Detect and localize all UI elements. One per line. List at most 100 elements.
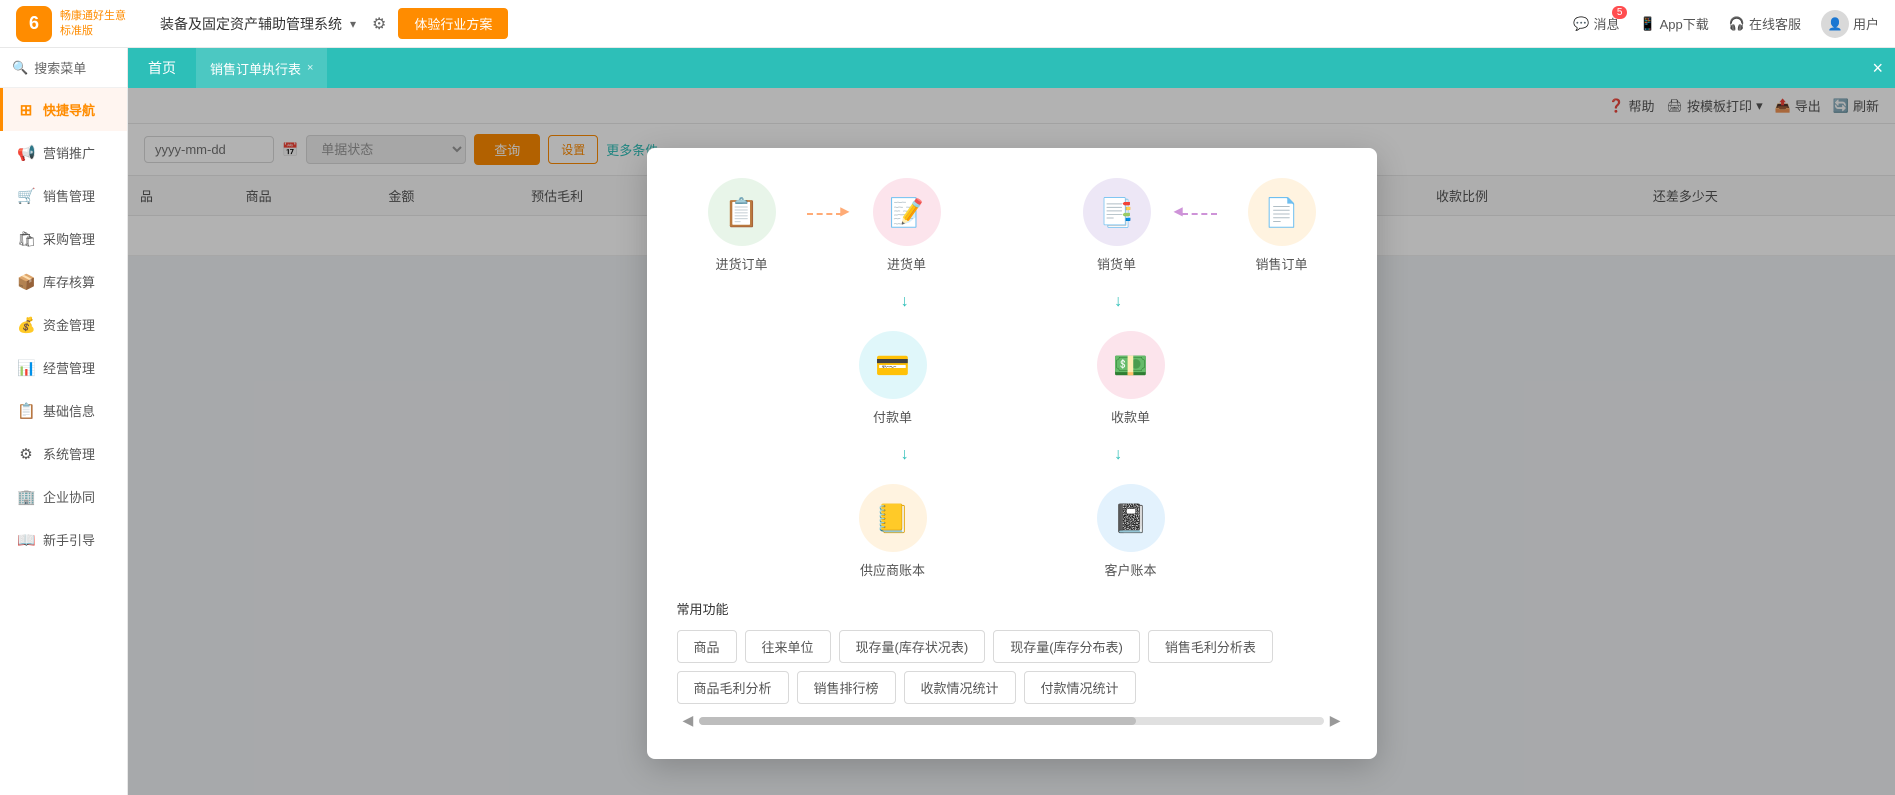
func-btn-receipt-stats[interactable]: 收款情况统计 (904, 671, 1016, 704)
sidebar-item-sales[interactable]: 🛒 销售管理 (0, 174, 127, 217)
try-btn[interactable]: 体验行业方案 (398, 8, 508, 39)
main-area: 🔍 搜索菜单 ⊞ 快捷导航 📢 营销推广 🛒 销售管理 🛍 采购管理 📦 (0, 48, 1895, 795)
receipt-label: 收款单 (1111, 407, 1150, 426)
sidebar: 🔍 搜索菜单 ⊞ 快捷导航 📢 营销推广 🛒 销售管理 🛍 采购管理 📦 (0, 48, 128, 795)
new-user-icon: 📖 (17, 531, 35, 549)
customer-ledger-label: 客户账本 (1104, 560, 1156, 579)
quick-nav-icon: ⊞ (17, 101, 35, 119)
flow-arrow-sales-order-to-bill (1182, 213, 1217, 215)
logo-area: 6 畅康通好生意 标准版 (16, 6, 144, 42)
system-icon: ⚙ (17, 445, 35, 463)
purchase-bill-label: 进货单 (887, 254, 926, 273)
purchase-bill-circle: 📝 (873, 178, 941, 246)
scroll-right-arrow[interactable]: ▶ (1324, 712, 1347, 729)
sidebar-item-operations[interactable]: 📊 经营管理 (0, 346, 127, 389)
sidebar-item-finance[interactable]: 💰 资金管理 (0, 303, 127, 346)
flow-node-receipt[interactable]: 💵 收款单 (1066, 331, 1196, 426)
flow-node-sales-order[interactable]: 📄 销售订单 (1217, 178, 1347, 273)
sidebar-item-purchase[interactable]: 🛍 采购管理 (0, 217, 127, 260)
modal-scrollbar: ◀ ▶ (677, 704, 1347, 729)
modal-overlay[interactable]: 📋 进货订单 📝 (128, 88, 1895, 795)
tab-bar: 首页 销售订单执行表 × × (128, 48, 1895, 88)
system-title: 装备及固定资产辅助管理系统 ▾ ⚙ (144, 14, 386, 34)
user-menu[interactable]: 👤 用户 (1821, 10, 1879, 38)
flow-node-purchase-bill[interactable]: 📝 进货单 (842, 178, 972, 273)
flow-node-sales-bill[interactable]: 📑 销货单 (1052, 178, 1182, 273)
flow-row-1: 📋 进货订单 📝 (677, 178, 1347, 273)
func-btn-sales-profit[interactable]: 销售毛利分析表 (1148, 630, 1273, 663)
receipt-circle: 💵 (1097, 331, 1165, 399)
flow-node-supplier-ledger[interactable]: 📒 供应商账本 (828, 484, 958, 579)
gear-icon[interactable]: ⚙ (372, 14, 386, 34)
phone-icon: 📱 (1639, 16, 1655, 32)
sidebar-item-system[interactable]: ⚙ 系统管理 (0, 432, 127, 475)
func-btn-sales-rank[interactable]: 销售排行榜 (797, 671, 896, 704)
supplier-ledger-label: 供应商账本 (860, 560, 925, 579)
sidebar-item-enterprise[interactable]: 🏢 企业协同 (0, 475, 127, 518)
headset-icon: 🎧 (1729, 16, 1745, 32)
payment-label: 付款单 (873, 407, 912, 426)
message-icon: 💬 (1573, 16, 1589, 32)
func-btn-payment-stats[interactable]: 付款情况统计 (1024, 671, 1136, 704)
purchase-order-label: 进货订单 (715, 254, 767, 273)
sales-order-circle: 📄 (1248, 178, 1316, 246)
content-body: ❓ 帮助 🖨 按模板打印 ▾ 📤 导出 🔄 刷新 (128, 88, 1895, 795)
scroll-track[interactable] (699, 717, 1323, 725)
common-funcs: 常用功能 商品 往来单位 现存量(库存状况表) 现存量(库存分布表) 销售毛利分… (677, 599, 1347, 704)
finance-icon: 💰 (17, 316, 35, 334)
purchase-icon: 🛍 (17, 230, 35, 248)
top-bar: 6 畅康通好生意 标准版 装备及固定资产辅助管理系统 ▾ ⚙ 体验行业方案 💬 … (0, 0, 1895, 48)
logo-icon: 6 (16, 6, 52, 42)
close-all-tabs-btn[interactable]: × (1860, 58, 1895, 79)
sales-icon: 🛒 (17, 187, 35, 205)
func-btn-product-profit[interactable]: 商品毛利分析 (677, 671, 789, 704)
online-service-btn[interactable]: 🎧 在线客服 (1729, 14, 1801, 33)
basic-info-icon: 📋 (17, 402, 35, 420)
flow-node-customer-ledger[interactable]: 📓 客户账本 (1066, 484, 1196, 579)
down-arrow-receipt: ↓ (1114, 442, 1122, 468)
down-arrow-purchase: ↓ (901, 289, 909, 315)
sidebar-search[interactable]: 🔍 搜索菜单 (0, 48, 127, 88)
tab-home[interactable]: 首页 (128, 48, 196, 88)
down-arrow-sales: ↓ (1114, 289, 1122, 315)
system-title-text: 装备及固定资产辅助管理系统 (160, 14, 342, 34)
message-badge: 5 (1612, 6, 1628, 19)
marketing-icon: 📢 (17, 144, 35, 162)
flow-node-purchase-order[interactable]: 📋 进货订单 (677, 178, 807, 273)
sidebar-item-quick-nav[interactable]: ⊞ 快捷导航 (0, 88, 127, 131)
system-dropdown-arrow[interactable]: ▾ (350, 17, 356, 31)
customer-ledger-circle: 📓 (1097, 484, 1165, 552)
sidebar-item-inventory[interactable]: 📦 库存核算 (0, 260, 127, 303)
func-btn-counterpart[interactable]: 往来单位 (745, 630, 831, 663)
sidebar-item-new-user[interactable]: 📖 新手引导 (0, 518, 127, 561)
operations-icon: 📊 (17, 359, 35, 377)
flow-node-payment[interactable]: 💳 付款单 (828, 331, 958, 426)
func-btn-stock-dist[interactable]: 现存量(库存分布表) (993, 630, 1140, 663)
search-icon: 🔍 (12, 60, 28, 76)
tab-close-icon[interactable]: × (307, 62, 313, 74)
sidebar-item-marketing[interactable]: 📢 营销推广 (0, 131, 127, 174)
func-btn-stock-status[interactable]: 现存量(库存状况表) (839, 630, 986, 663)
flow-row-arrows2: ↓ ↓ (677, 442, 1347, 468)
common-funcs-title: 常用功能 (677, 599, 1347, 618)
payment-circle: 💳 (859, 331, 927, 399)
top-right: 💬 消息 5 📱 App下载 🎧 在线客服 👤 用户 (1573, 10, 1879, 38)
purchase-order-circle: 📋 (708, 178, 776, 246)
sales-bill-label: 销货单 (1097, 254, 1136, 273)
tab-sales-execution[interactable]: 销售订单执行表 × (196, 48, 327, 88)
content-area: 首页 销售订单执行表 × × ❓ 帮助 🖨 (128, 48, 1895, 795)
down-arrow-payment: ↓ (901, 442, 909, 468)
scroll-thumb[interactable] (699, 717, 1136, 725)
flow-row-2: 💳 付款单 💵 收款单 (677, 331, 1347, 426)
sidebar-item-basic-info[interactable]: 📋 基础信息 (0, 389, 127, 432)
flow-arrow-purchase-order-to-bill (807, 213, 842, 215)
scroll-left-arrow[interactable]: ◀ (677, 712, 700, 729)
func-btn-product[interactable]: 商品 (677, 630, 737, 663)
enterprise-icon: 🏢 (17, 488, 35, 506)
supplier-ledger-circle: 📒 (859, 484, 927, 552)
sales-order-label: 销售订单 (1255, 254, 1307, 273)
app-download-btn[interactable]: 📱 App下载 (1639, 14, 1708, 33)
flow-row-arrows: ↓ ↓ (677, 289, 1347, 315)
message-btn[interactable]: 💬 消息 5 (1573, 14, 1619, 33)
func-buttons: 商品 往来单位 现存量(库存状况表) 现存量(库存分布表) 销售毛利分析表 商品… (677, 630, 1347, 704)
